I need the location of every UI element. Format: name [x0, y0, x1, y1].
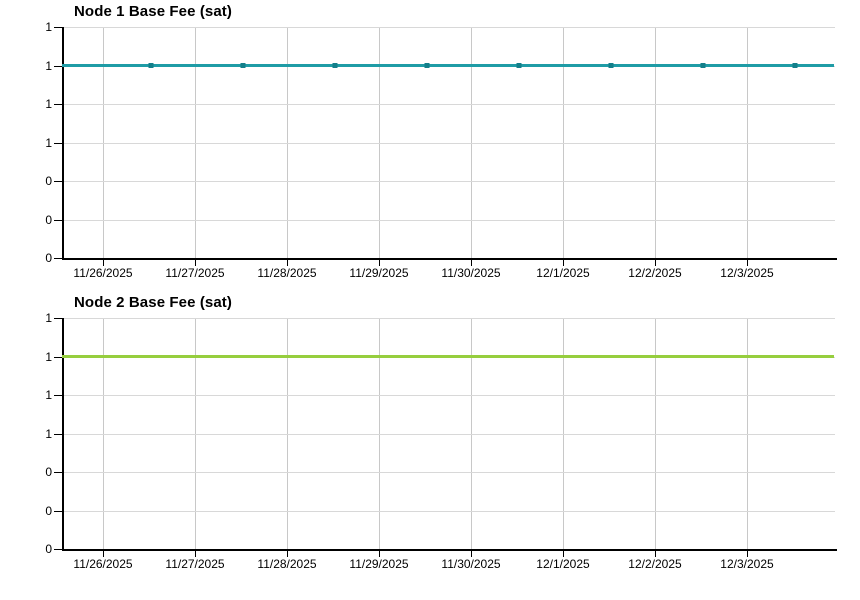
x-tick-label: 11/29/2025: [333, 556, 425, 572]
x-tick-label: 11/26/2025: [57, 556, 149, 572]
x-tick-label: 11/27/2025: [149, 265, 241, 281]
x-tick-label: 11/30/2025: [425, 265, 517, 281]
x-tick-label: 11/28/2025: [241, 556, 333, 572]
x-tick-label: 11/29/2025: [333, 265, 425, 281]
x-axis-line: [62, 549, 837, 551]
y-tick-mark: [54, 318, 62, 319]
y-tick-mark: [54, 511, 62, 512]
y-tick-label: 1: [16, 310, 52, 326]
y-tick-mark: [54, 258, 62, 259]
x-tick-label: 12/1/2025: [517, 265, 609, 281]
plot-area[interactable]: 111100011/26/202511/27/202511/28/202511/…: [0, 0, 860, 290]
y-tick-label: 0: [16, 212, 52, 228]
data-point-marker: [241, 63, 246, 68]
data-point-marker: [149, 63, 154, 68]
x-tick-label: 11/28/2025: [241, 265, 333, 281]
data-point-marker: [425, 63, 430, 68]
y-tick-mark: [54, 434, 62, 435]
data-point-marker: [793, 63, 798, 68]
y-tick-mark: [54, 357, 62, 358]
x-tick-label: 11/30/2025: [425, 556, 517, 572]
data-point-marker: [701, 63, 706, 68]
y-tick-label: 1: [16, 387, 52, 403]
x-axis-line: [62, 258, 837, 260]
y-tick-label: 0: [16, 541, 52, 557]
y-tick-mark: [54, 143, 62, 144]
data-point-marker: [333, 63, 338, 68]
y-tick-label: 0: [16, 173, 52, 189]
y-tick-label: 0: [16, 503, 52, 519]
y-tick-label: 0: [16, 464, 52, 480]
y-tick-label: 1: [16, 349, 52, 365]
x-tick-label: 12/2/2025: [609, 265, 701, 281]
y-tick-mark: [54, 549, 62, 550]
y-tick-mark: [54, 472, 62, 473]
chart-node1-base-fee: Node 1 Base Fee (sat) 111100011/26/20251…: [0, 0, 860, 290]
x-tick-label: 11/26/2025: [57, 265, 149, 281]
report-canvas: Node 1 Base Fee (sat) 111100011/26/20251…: [0, 0, 860, 600]
y-tick-label: 1: [16, 96, 52, 112]
x-tick-label: 12/3/2025: [701, 556, 793, 572]
data-point-marker: [517, 63, 522, 68]
y-tick-mark: [54, 395, 62, 396]
y-tick-mark: [54, 66, 62, 67]
y-tick-label: 0: [16, 250, 52, 266]
plot-area[interactable]: 111100011/26/202511/27/202511/28/202511/…: [0, 291, 860, 581]
x-tick-label: 12/2/2025: [609, 556, 701, 572]
y-tick-mark: [54, 104, 62, 105]
y-tick-label: 1: [16, 135, 52, 151]
series-line-1: [62, 27, 834, 258]
y-tick-label: 1: [16, 58, 52, 74]
y-tick-label: 1: [16, 426, 52, 442]
x-tick-label: 12/3/2025: [701, 265, 793, 281]
chart-node2-base-fee: Node 2 Base Fee (sat) 111100011/26/20251…: [0, 291, 860, 581]
y-tick-mark: [54, 181, 62, 182]
y-tick-label: 1: [16, 19, 52, 35]
y-tick-mark: [54, 220, 62, 221]
y-tick-mark: [54, 27, 62, 28]
x-tick-label: 12/1/2025: [517, 556, 609, 572]
x-tick-label: 11/27/2025: [149, 556, 241, 572]
series-line-2: [62, 318, 834, 549]
data-point-marker: [609, 63, 614, 68]
